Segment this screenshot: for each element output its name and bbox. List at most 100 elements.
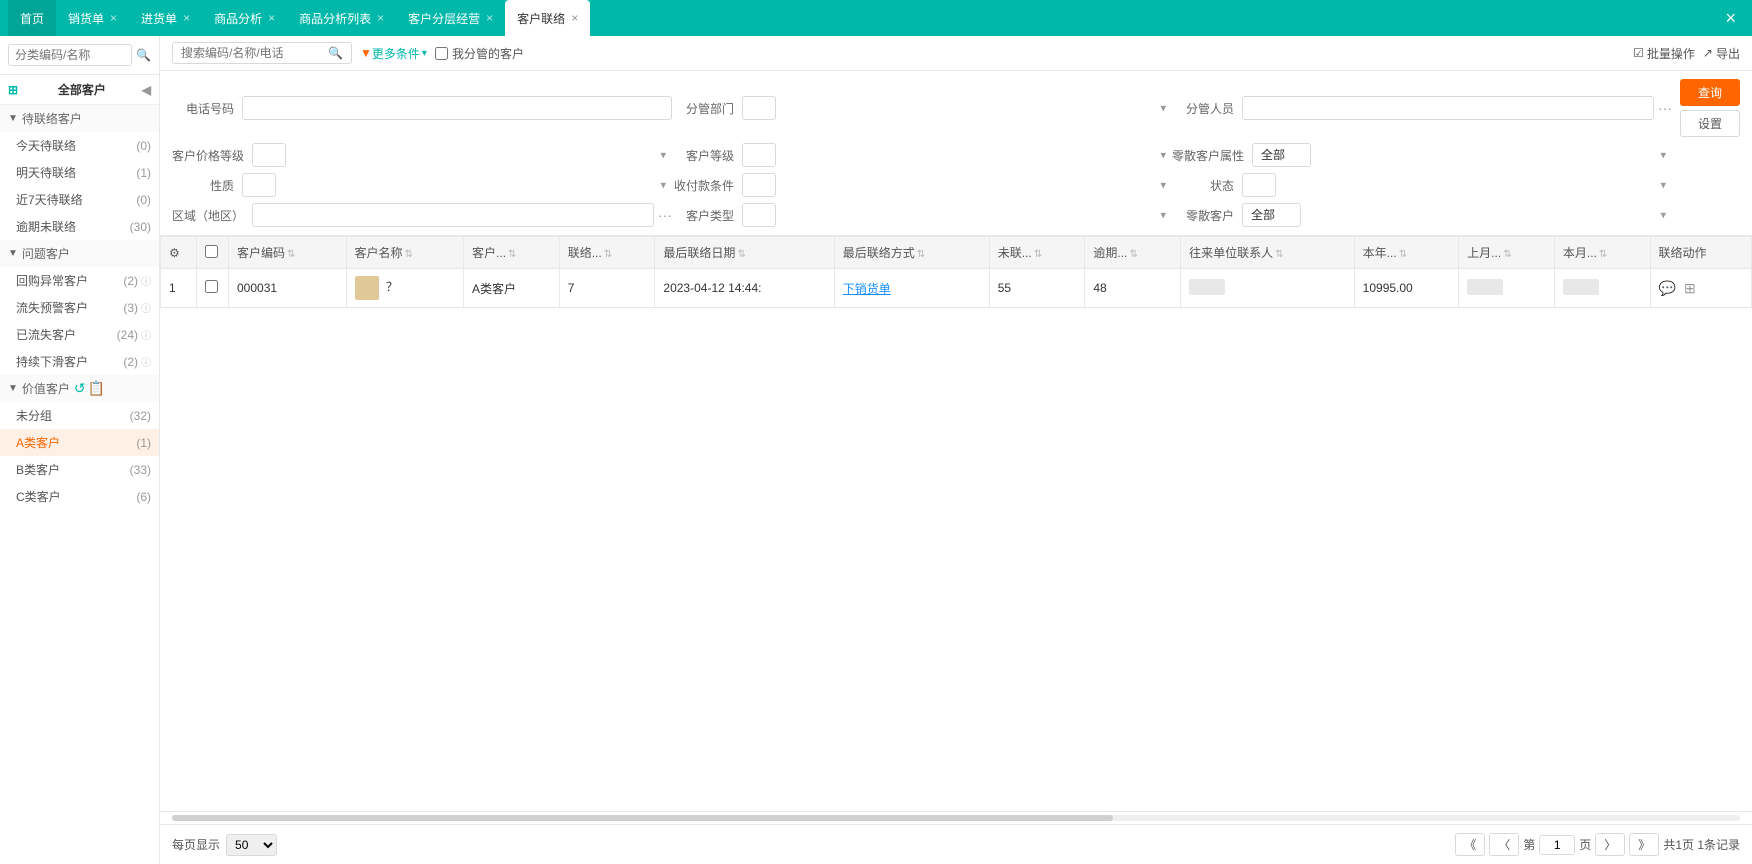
sidebar-group-value[interactable]: ▼ 价值客户 ↺ 📋: [0, 375, 159, 402]
sidebar-item-a-class-label: A类客户: [16, 434, 60, 451]
sidebar-item-b-class[interactable]: B类客户 (33): [0, 456, 159, 483]
th-name[interactable]: 客户名称⇅: [346, 237, 464, 269]
contact-method-link[interactable]: 下销货单: [843, 282, 891, 296]
sidebar-item-c-class[interactable]: C类客户 (6): [0, 483, 159, 510]
info-icon-repurchase: ⓘ: [141, 273, 151, 288]
sidebar-item-week[interactable]: 近7天待联络 (0): [0, 186, 159, 213]
more-conditions-btn[interactable]: ▼ 更多条件 ▾: [360, 45, 427, 62]
edit-icon[interactable]: 📋: [88, 380, 105, 397]
th-last-contact-method[interactable]: 最后联络方式⇅: [834, 237, 989, 269]
person-input[interactable]: [1242, 96, 1654, 120]
sidebar-group-problem[interactable]: ▼ 问题客户: [0, 240, 159, 267]
first-page-button[interactable]: 《: [1455, 833, 1485, 856]
page-size-select[interactable]: 50 10 20 100: [226, 834, 277, 856]
tab-purchase[interactable]: 进货单 ×: [129, 0, 202, 36]
tab-sales[interactable]: 销货单 ×: [56, 0, 129, 36]
th-last-month[interactable]: 上月...⇅: [1459, 237, 1555, 269]
my-customers-checkbox[interactable]: [435, 47, 448, 60]
th-this-year[interactable]: 本年...⇅: [1354, 237, 1459, 269]
status-select[interactable]: [1242, 173, 1276, 197]
scrollbar-thumb[interactable]: [172, 815, 1113, 821]
sidebar-item-tomorrow[interactable]: 明天待联络 (1): [0, 159, 159, 186]
group-arrow-pending: ▼: [8, 113, 18, 124]
payment-select[interactable]: [742, 173, 776, 197]
sidebar-search-icon[interactable]: 🔍: [136, 48, 151, 62]
next-page-button[interactable]: 〉: [1595, 833, 1625, 856]
prev-page-button[interactable]: 〈: [1489, 833, 1519, 856]
batch-op-btn[interactable]: ☑ 批量操作: [1633, 45, 1695, 62]
price-grade-select[interactable]: [252, 143, 286, 167]
comment-action-icon[interactable]: 💬: [1659, 280, 1676, 297]
td-last-contact-method[interactable]: 下销货单: [834, 269, 989, 308]
sidebar-item-repurchase-abnormal[interactable]: 回购异常客户 (2) ⓘ: [0, 267, 159, 294]
tab-home[interactable]: 首页: [8, 0, 56, 36]
tab-customer-contact-close[interactable]: ×: [571, 11, 578, 25]
tab-purchase-close[interactable]: ×: [183, 11, 190, 25]
td-name-text: ？: [386, 280, 398, 294]
customer-type-select[interactable]: [742, 203, 776, 227]
tab-goods-analysis[interactable]: 商品分析 ×: [202, 0, 287, 36]
sidebar-item-ungrouped[interactable]: 未分组 (32): [0, 402, 159, 429]
dept-select[interactable]: [742, 96, 776, 120]
sidebar-search-input[interactable]: [8, 44, 132, 66]
export-btn[interactable]: ↗ 导出: [1703, 45, 1740, 62]
sidebar-item-today[interactable]: 今天待联络 (0): [0, 132, 159, 159]
retail-customer-select[interactable]: 全部: [1242, 203, 1301, 227]
retail-customer-label: 零散客户: [1172, 207, 1242, 224]
sidebar-item-a-class[interactable]: A类客户 (1): [0, 429, 159, 456]
filter-search-input[interactable]: [181, 46, 324, 60]
select-all-checkbox[interactable]: [205, 245, 218, 258]
th-last-contact-date[interactable]: 最后联络日期⇅: [655, 237, 834, 269]
refresh-icon[interactable]: ↺: [74, 380, 86, 397]
td-index: 1: [161, 269, 197, 308]
th-checkbox[interactable]: [197, 237, 229, 269]
sidebar-item-churn-warning-label: 流失预警客户: [16, 299, 88, 316]
customer-grade-select[interactable]: [742, 143, 776, 167]
td-checkbox[interactable]: [197, 269, 229, 308]
last-page-button[interactable]: 》: [1629, 833, 1659, 856]
region-input[interactable]: [252, 203, 654, 227]
tab-goods-analysis-close[interactable]: ×: [268, 11, 275, 25]
window-close-icon[interactable]: ×: [1717, 8, 1744, 29]
th-contact[interactable]: 联络...⇅: [559, 237, 655, 269]
td-last-month: [1459, 269, 1555, 308]
sidebar-item-churned[interactable]: 已流失客户 (24) ⓘ: [0, 321, 159, 348]
last-month-placeholder: [1467, 279, 1503, 295]
th-type[interactable]: 客户...⇅: [464, 237, 560, 269]
region-dots-icon[interactable]: ···: [658, 207, 672, 223]
tab-customer-layer-close[interactable]: ×: [486, 11, 493, 25]
sidebar-item-churn-warning[interactable]: 流失预警客户 (3) ⓘ: [0, 294, 159, 321]
horizontal-scrollbar[interactable]: [160, 811, 1752, 824]
th-not-contacted[interactable]: 未联...⇅: [989, 237, 1085, 269]
th-settings[interactable]: ⚙: [161, 237, 197, 269]
retail-attr-select[interactable]: 全部: [1252, 143, 1311, 167]
row-checkbox[interactable]: [205, 280, 218, 293]
group-label-pending: 待联络客户: [22, 110, 82, 127]
sidebar-item-b-class-label: B类客户: [16, 461, 60, 478]
th-overdue[interactable]: 逾期...⇅: [1085, 237, 1181, 269]
scrollbar-track[interactable]: [172, 815, 1740, 821]
th-this-month[interactable]: 本月...⇅: [1554, 237, 1650, 269]
sidebar-collapse-icon[interactable]: ◀: [142, 83, 151, 97]
sidebar-group-pending[interactable]: ▼ 待联络客户: [0, 105, 159, 132]
sidebar-item-declining[interactable]: 持续下滑客户 (2) ⓘ: [0, 348, 159, 375]
tab-customer-layer[interactable]: 客户分层经营 ×: [396, 0, 505, 36]
sidebar-item-overdue[interactable]: 逾期未联络 (30): [0, 213, 159, 240]
all-customers-header[interactable]: ⊞ 全部客户 ◀: [0, 75, 159, 105]
tab-goods-analysis-list-close[interactable]: ×: [377, 11, 384, 25]
phone-input[interactable]: [242, 96, 672, 120]
nature-select[interactable]: [242, 173, 276, 197]
filter-cell-phone: 电话号码: [172, 96, 672, 120]
filter-search-icon[interactable]: 🔍: [328, 46, 343, 60]
page-number-input[interactable]: [1539, 835, 1575, 855]
qrcode-action-icon[interactable]: ⊞: [1684, 280, 1696, 297]
settings-button[interactable]: 设置: [1680, 110, 1740, 137]
query-button[interactable]: 查询: [1680, 79, 1740, 106]
person-dots-icon[interactable]: ···: [1658, 100, 1672, 116]
tab-sales-close[interactable]: ×: [110, 11, 117, 25]
tab-goods-analysis-list[interactable]: 商品分析列表 ×: [287, 0, 396, 36]
tab-customer-contact[interactable]: 客户联络 ×: [505, 0, 590, 36]
th-code[interactable]: 客户编码⇅: [229, 237, 347, 269]
th-contact-person[interactable]: 往来单位联系人⇅: [1181, 237, 1355, 269]
sort-this-month-icon: ⇅: [1599, 249, 1607, 260]
